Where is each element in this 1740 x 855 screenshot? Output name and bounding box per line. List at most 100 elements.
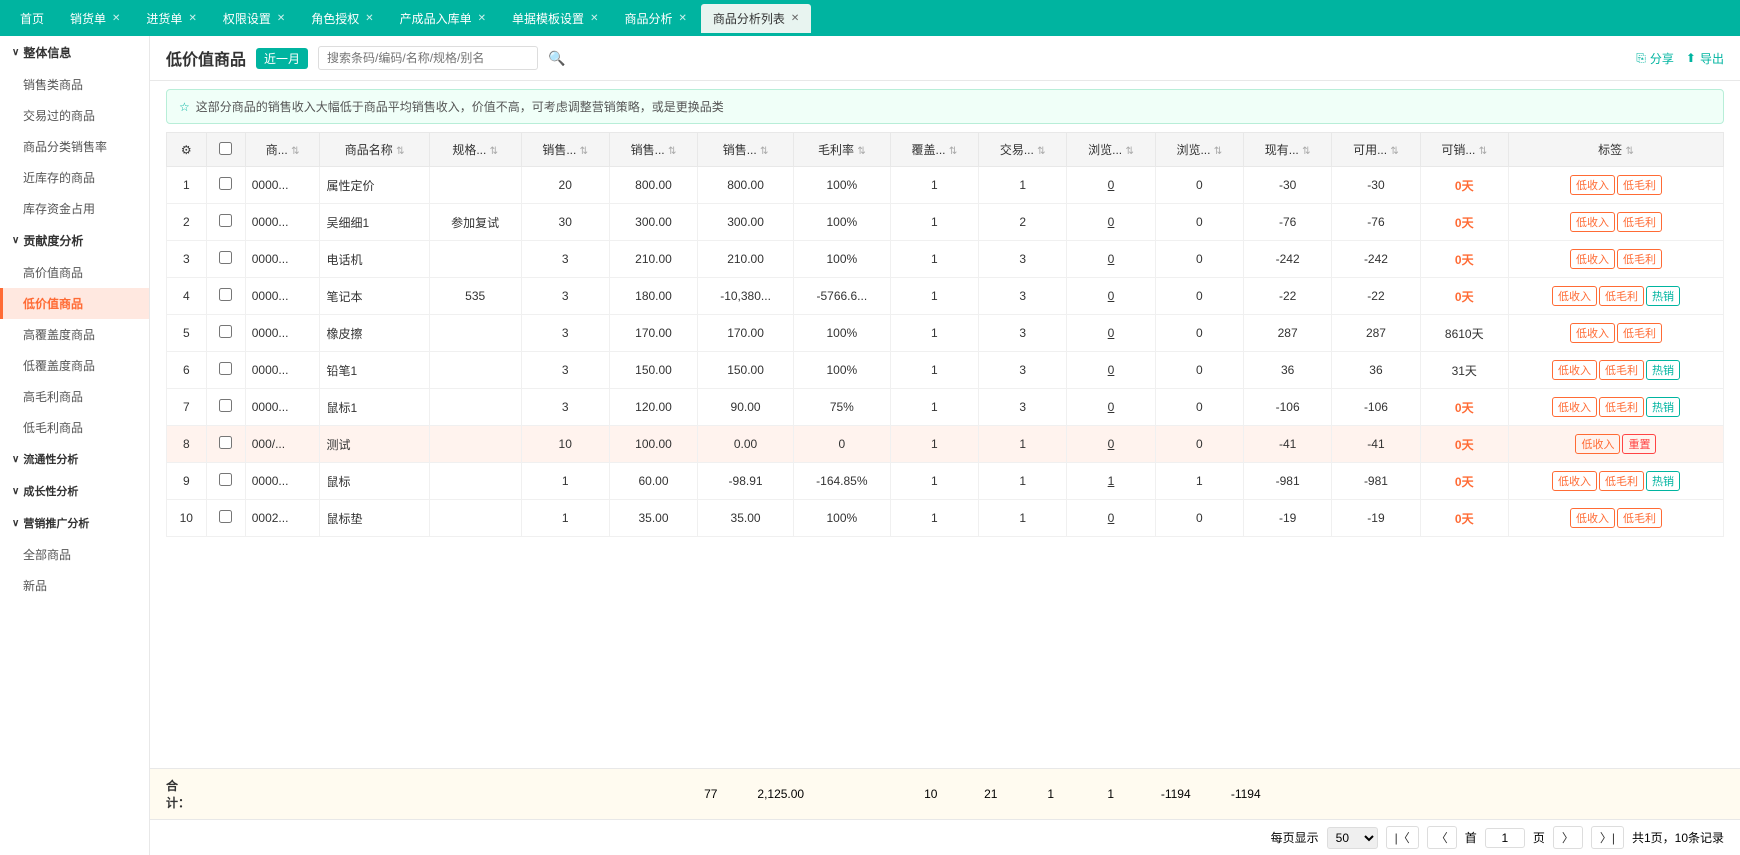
row-col7[interactable]: 0 [1067,167,1155,204]
row-checkbox[interactable] [206,204,245,241]
sidebar-item-near-stock[interactable]: 近库存的商品 [0,162,149,193]
sidebar-item-low-margin[interactable]: 低毛利商品 [0,412,149,443]
col-current-stock[interactable]: 现有... ⇅ [1243,133,1331,167]
row-select-checkbox[interactable] [219,436,232,449]
col-browse1[interactable]: 浏览... ⇅ [1067,133,1155,167]
col-trade[interactable]: 交易... ⇅ [979,133,1067,167]
search-input[interactable] [318,46,538,70]
row-select-checkbox[interactable] [219,510,232,523]
sidebar-section-overall[interactable]: 整体信息 [0,36,149,69]
row-checkbox[interactable] [206,167,245,204]
nav-tab-product-analysis[interactable]: 商品分析 ✕ [612,4,698,33]
close-icon[interactable]: ✕ [791,13,799,24]
row-select-checkbox[interactable] [219,325,232,338]
sidebar-item-stock-funds[interactable]: 库存资金占用 [0,193,149,224]
browse-link[interactable]: 0 [1108,178,1115,192]
col-code[interactable]: 商... ⇅ [245,133,320,167]
sidebar-item-high-coverage[interactable]: 高覆盖度商品 [0,319,149,350]
prev-page-button[interactable]: 〈 [1427,826,1457,849]
row-col7[interactable]: 0 [1067,315,1155,352]
sidebar-item-low-coverage[interactable]: 低覆盖度商品 [0,350,149,381]
row-col7[interactable]: 0 [1067,426,1155,463]
sidebar-item-all-products[interactable]: 全部商品 [0,539,149,570]
row-col7[interactable]: 0 [1067,278,1155,315]
row-col7[interactable]: 0 [1067,241,1155,278]
sidebar-section-contribution[interactable]: 贡献度分析 [0,224,149,257]
col-sales3[interactable]: 销售... ⇅ [698,133,794,167]
row-select-checkbox[interactable] [219,288,232,301]
close-icon[interactable]: ✕ [678,13,686,24]
nav-tab-template-settings[interactable]: 单据模板设置 ✕ [500,4,610,33]
col-tags[interactable]: 标签 ⇅ [1508,133,1723,167]
row-checkbox[interactable] [206,389,245,426]
nav-tab-permissions[interactable]: 权限设置 ✕ [211,4,297,33]
row-select-checkbox[interactable] [219,362,232,375]
nav-tab-purchase[interactable]: 进货单 ✕ [134,4,208,33]
row-checkbox[interactable] [206,463,245,500]
row-checkbox[interactable] [206,352,245,389]
row-select-checkbox[interactable] [219,214,232,227]
col-checkbox[interactable] [206,133,245,167]
close-icon[interactable]: ✕ [112,13,120,24]
search-icon[interactable]: 🔍 [548,50,565,67]
row-col7[interactable]: 1 [1067,463,1155,500]
nav-tab-product-analysis-list[interactable]: 商品分析列表 ✕ [701,4,811,33]
sidebar-item-traded-products[interactable]: 交易过的商品 [0,100,149,131]
sidebar-item-category-sales[interactable]: 商品分类销售率 [0,131,149,162]
browse-link[interactable]: 0 [1108,363,1115,377]
sidebar-item-sales-products[interactable]: 销售类商品 [0,69,149,100]
browse-link[interactable]: 0 [1108,400,1115,414]
sidebar-item-high-value[interactable]: 高价值商品 [0,257,149,288]
row-col7[interactable]: 0 [1067,500,1155,537]
browse-link[interactable]: 0 [1108,437,1115,451]
sidebar-section-marketing[interactable]: 营销推广分析 [0,507,149,539]
close-icon[interactable]: ✕ [188,13,196,24]
browse-link[interactable]: 1 [1108,474,1115,488]
row-checkbox[interactable] [206,315,245,352]
export-button[interactable]: ⬆ 导出 [1686,50,1724,67]
close-icon[interactable]: ✕ [365,13,373,24]
row-checkbox[interactable] [206,278,245,315]
nav-tab-home[interactable]: 首页 [8,4,56,33]
row-col7[interactable]: 0 [1067,389,1155,426]
col-salable[interactable]: 可销... ⇅ [1420,133,1508,167]
col-settings[interactable]: ⚙ [167,133,207,167]
sidebar-item-low-value[interactable]: 低价值商品 [0,288,149,319]
col-spec[interactable]: 规格... ⇅ [429,133,521,167]
row-col7[interactable]: 0 [1067,204,1155,241]
row-select-checkbox[interactable] [219,399,232,412]
nav-tab-sales[interactable]: 销货单 ✕ [58,4,132,33]
page-size-select[interactable]: 50 100 [1327,827,1378,849]
last-page-button[interactable]: 〉| [1591,826,1624,849]
filter-tag-recent-month[interactable]: 近一月 [256,48,308,69]
sidebar-item-new-products[interactable]: 新品 [0,570,149,601]
next-page-button[interactable]: 〉 [1553,826,1583,849]
browse-link[interactable]: 0 [1108,215,1115,229]
col-coverage[interactable]: 覆盖... ⇅ [890,133,978,167]
select-all-checkbox[interactable] [219,142,232,155]
row-checkbox[interactable] [206,241,245,278]
nav-tab-products-entry[interactable]: 产成品入库单 ✕ [388,4,498,33]
col-sales2[interactable]: 销售... ⇅ [609,133,697,167]
first-page-button[interactable]: |〈 [1386,826,1419,849]
row-checkbox[interactable] [206,500,245,537]
sidebar-section-growth[interactable]: 成长性分析 [0,475,149,507]
col-available[interactable]: 可用... ⇅ [1332,133,1420,167]
browse-link[interactable]: 0 [1108,252,1115,266]
col-name[interactable]: 商品名称 ⇅ [320,133,429,167]
sidebar-section-liquidity[interactable]: 流通性分析 [0,443,149,475]
page-number-input[interactable] [1485,828,1525,848]
nav-tab-role-auth[interactable]: 角色授权 ✕ [299,4,385,33]
col-browse2[interactable]: 浏览... ⇅ [1155,133,1243,167]
close-icon[interactable]: ✕ [590,13,598,24]
close-icon[interactable]: ✕ [478,13,486,24]
row-col7[interactable]: 0 [1067,352,1155,389]
col-margin[interactable]: 毛利率 ⇅ [793,133,890,167]
browse-link[interactable]: 0 [1108,289,1115,303]
row-select-checkbox[interactable] [219,177,232,190]
sidebar-item-high-margin[interactable]: 高毛利商品 [0,381,149,412]
col-sales1[interactable]: 销售... ⇅ [521,133,609,167]
row-select-checkbox[interactable] [219,251,232,264]
browse-link[interactable]: 0 [1108,326,1115,340]
share-button[interactable]: ⎘ 分享 [1636,50,1674,67]
